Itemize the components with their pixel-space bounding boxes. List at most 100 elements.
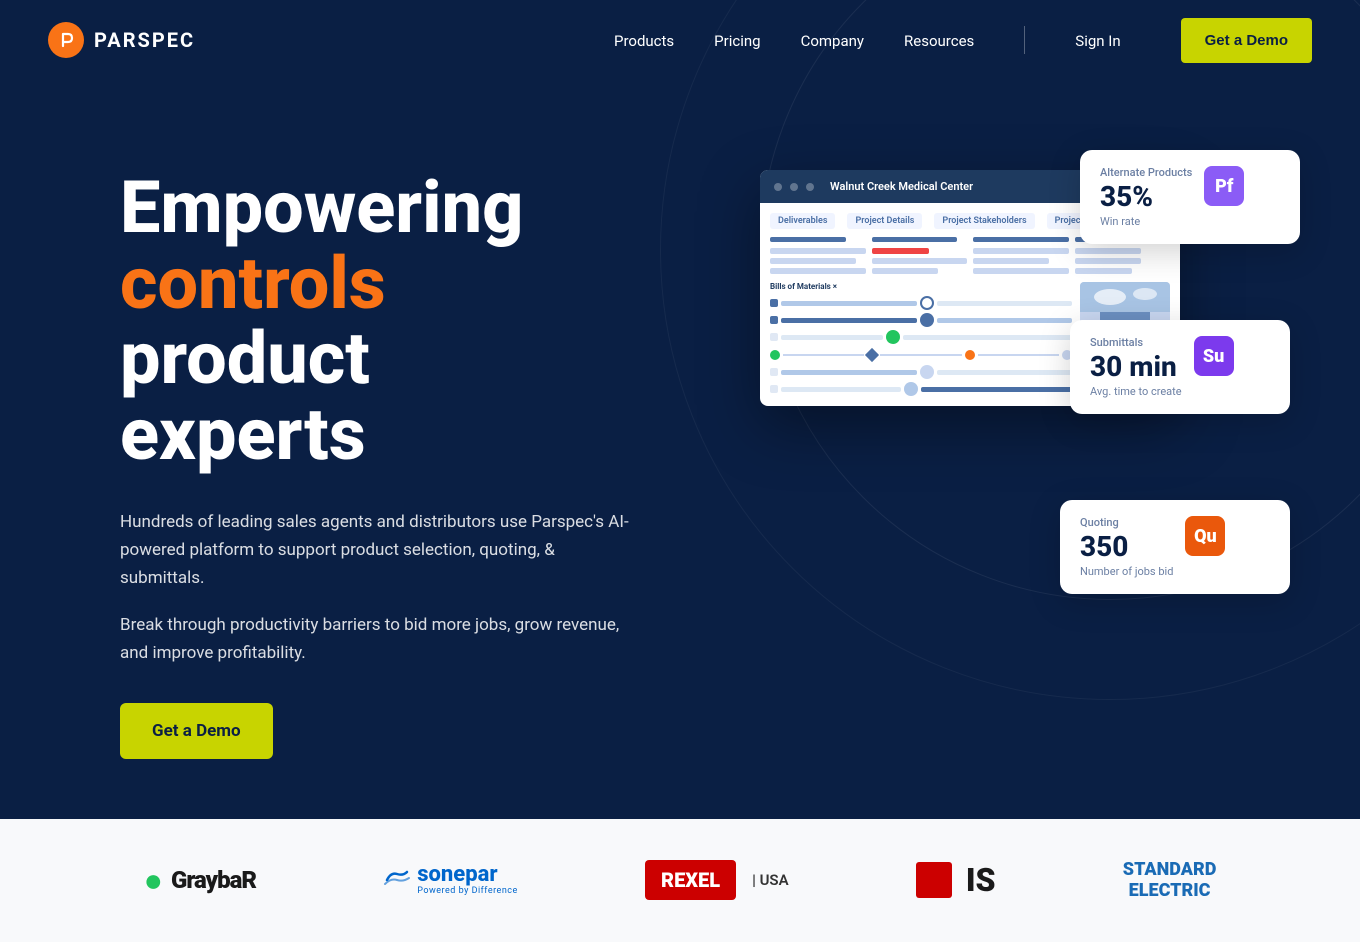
db-cell3 <box>973 248 1069 254</box>
hero-description2: Break through productivity barriers to b… <box>120 611 640 667</box>
stat-card-submittals-body: Submittals 30 min Avg. time to create <box>1090 336 1182 398</box>
db-cell2 <box>872 248 929 254</box>
is-text: IS <box>966 861 996 899</box>
db-flow-line3 <box>978 354 1059 356</box>
stat-submittals-badge: Su <box>1194 336 1234 376</box>
db-row1 <box>770 248 1170 254</box>
db-tab-deliverables[interactable]: Deliverables <box>770 213 835 229</box>
stat-submittals-sublabel: Avg. time to create <box>1090 385 1182 398</box>
db-project-name: Walnut Creek Medical Center <box>830 180 973 193</box>
brand-name: PARSPEC <box>94 28 195 52</box>
stat-card-quoting: Quoting 350 Number of jobs bid Qu <box>1060 500 1290 594</box>
hero-headline: Empowering controls product experts <box>120 170 720 472</box>
db-cell1 <box>770 248 866 254</box>
db-bom-line6 <box>903 335 1072 340</box>
logo-rexel: REXEL | USA <box>645 860 789 900</box>
db-bom-r4 <box>770 365 1072 379</box>
standard-electric-text: STANDARDELECTRIC <box>1123 859 1217 902</box>
db-r3c3 <box>973 268 1069 274</box>
stat-card-submittals: Submittals 30 min Avg. time to create Su <box>1070 320 1290 414</box>
db-flow-line2 <box>880 354 961 356</box>
stat-submittals-value: 30 min <box>1090 353 1182 381</box>
logo-standard-electric: STANDARDELECTRIC <box>1123 859 1217 902</box>
navigation: PARSPEC Products Pricing Company Resourc… <box>0 0 1360 80</box>
stat-alternate-value: 35% <box>1100 183 1192 211</box>
stat-quoting-value: 350 <box>1080 533 1173 561</box>
logo-sonepar: sonepar Powered by Difference <box>383 864 518 896</box>
logos-section: ● GraybaR sonepar Powered by Difference … <box>0 819 1360 942</box>
db-row3 <box>770 268 1170 274</box>
stat-quoting-sublabel: Number of jobs bid <box>1080 565 1173 578</box>
db-cell7 <box>973 258 1049 264</box>
db-cell4 <box>1075 248 1142 254</box>
db-bom-line2 <box>937 301 1073 306</box>
db-bom-label: Bills of Materials × <box>770 282 1072 291</box>
stat-submittals-label: Submittals <box>1090 336 1182 349</box>
stat-alternate-sublabel: Win rate <box>1100 215 1192 228</box>
hero-section: Empowering controls product experts Hund… <box>0 0 1360 819</box>
db-row2 <box>770 258 1170 264</box>
sonepar-tagline: Powered by Difference <box>417 886 518 896</box>
db-bom-line9 <box>781 387 901 392</box>
db-cell8 <box>1075 258 1142 264</box>
sonepar-name: sonepar <box>417 864 518 886</box>
db-bom-line5 <box>781 335 883 340</box>
logo-is: IS <box>916 861 996 899</box>
db-bom-cb4 <box>770 368 778 376</box>
headline-accent: controls <box>120 241 386 326</box>
headline-line3: product <box>120 316 370 401</box>
db-bom-cb3 <box>770 333 778 341</box>
db-flow-circle2 <box>965 350 975 360</box>
hero-description1: Hundreds of leading sales agents and dis… <box>120 508 640 592</box>
db-bom-cb2 <box>770 316 778 324</box>
db-bom-line3 <box>781 318 917 323</box>
db-r3c4 <box>1075 268 1132 274</box>
nav-products[interactable]: Products <box>614 32 674 50</box>
nav-get-demo-button[interactable]: Get a Demo <box>1181 18 1312 63</box>
db-bom-line4 <box>937 318 1073 323</box>
logo-link[interactable]: PARSPEC <box>48 22 195 58</box>
rexel-box: REXEL <box>645 860 736 900</box>
db-flow-diamond <box>865 348 879 362</box>
db-flow-dot <box>770 350 780 360</box>
signin-link[interactable]: Sign In <box>1075 32 1120 50</box>
db-tab-project[interactable]: Project Details <box>847 213 922 229</box>
db-flow-line1 <box>783 354 864 356</box>
nav-pricing[interactable]: Pricing <box>714 32 760 50</box>
nav-company[interactable]: Company <box>801 32 864 50</box>
db-bom-r2 <box>770 313 1072 327</box>
db-tab-stakeholders[interactable]: Project Stakeholders <box>934 213 1034 229</box>
db-bom-r1 <box>770 296 1072 310</box>
db-cell5 <box>770 258 856 264</box>
stat-quoting-label: Quoting <box>1080 516 1173 529</box>
stat-alternate-label: Alternate Products <box>1100 166 1192 179</box>
db-bom-cb1 <box>770 299 778 307</box>
db-bom-line10 <box>921 387 1072 392</box>
db-bom-c2 <box>920 313 934 327</box>
logo-graybar: ● GraybaR <box>144 864 256 896</box>
headline-line4: experts <box>120 392 366 477</box>
db-bom-r3 <box>770 330 1072 344</box>
db-table-left: Bills of Materials × <box>770 282 1072 396</box>
hero-left: Empowering controls product experts Hund… <box>120 140 720 759</box>
hero-get-demo-button[interactable]: Get a Demo <box>120 703 273 759</box>
sonepar-icon <box>383 870 411 890</box>
db-col2 <box>872 237 958 242</box>
db-dot2 <box>790 183 798 191</box>
db-r3c1 <box>770 268 866 274</box>
headline-line1: Empowering <box>120 165 523 250</box>
db-col1 <box>770 237 846 242</box>
is-red-box <box>916 862 952 898</box>
stat-card-alternate: Alternate Products 35% Win rate Pf <box>1080 150 1300 244</box>
graybar-text: GraybaR <box>171 866 256 894</box>
db-col3 <box>973 237 1069 242</box>
db-bom-line1 <box>781 301 917 306</box>
stat-card-alternate-body: Alternate Products 35% Win rate <box>1100 166 1192 228</box>
logo-icon <box>48 22 84 58</box>
nav-resources[interactable]: Resources <box>904 32 974 50</box>
hero-right: Walnut Creek Medical Center Deliverables… <box>760 140 1280 660</box>
graybar-dot: ● <box>144 864 163 896</box>
db-bom-c1 <box>920 296 934 310</box>
db-bom-c5 <box>904 382 918 396</box>
stat-quoting-badge: Qu <box>1185 516 1225 556</box>
